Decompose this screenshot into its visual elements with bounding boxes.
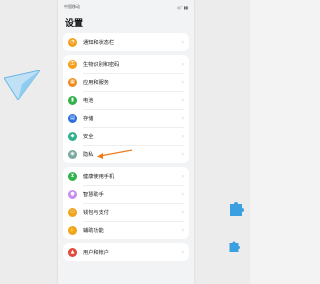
phone-screen: 中国移动 ◎ᐩ ▮▮ 设置 ◔ 通知和状态栏 › ⚿ 生物识别和密码 › ▦ 应用和服务 › ▮ 电… bbox=[58, 0, 194, 284]
settings-item-hourglass[interactable]: ⧗ 健康使用手机 › bbox=[63, 167, 189, 185]
settings-item-shield[interactable]: ◆ 安全 › bbox=[63, 127, 189, 145]
wallet-icon: ▭ bbox=[68, 207, 77, 217]
settings-item-assistant[interactable]: ● 智慧助手 › bbox=[63, 185, 189, 203]
settings-item-wallet[interactable]: ▭ 钱包与支付 › bbox=[63, 203, 189, 221]
settings-item-label: 钱包与支付 bbox=[83, 209, 109, 216]
settings-item-label: 安全 bbox=[83, 133, 94, 140]
shield-icon: ◆ bbox=[68, 131, 77, 141]
settings-item-key[interactable]: ⚿ 生物识别和密码 › bbox=[63, 55, 189, 73]
settings-item-label: 智慧助手 bbox=[83, 191, 104, 198]
chevron-right-icon: › bbox=[181, 114, 184, 122]
chevron-right-icon: › bbox=[181, 226, 184, 234]
annotation-arrow bbox=[97, 149, 133, 159]
carrier-text: 中国移动 bbox=[64, 4, 80, 9]
battery-icon: ▮ bbox=[68, 95, 77, 105]
puzzle-piece-icon bbox=[229, 241, 240, 252]
settings-group: ◔ 通知和状态栏 › bbox=[63, 33, 189, 51]
key-icon: ⚿ bbox=[68, 59, 77, 69]
assistant-icon: ● bbox=[68, 189, 77, 199]
chevron-right-icon: › bbox=[181, 132, 184, 140]
puzzle-piece-icon bbox=[230, 202, 244, 216]
settings-item-label: 用户和帐户 bbox=[83, 249, 109, 256]
settings-item-label: 健康使用手机 bbox=[83, 173, 115, 180]
settings-item-label: 辅助功能 bbox=[83, 227, 104, 234]
settings-group: ⧗ 健康使用手机 › ● 智慧助手 › ▭ 钱包与支付 › ✋ 辅助功能 › bbox=[63, 167, 189, 239]
chevron-right-icon: › bbox=[181, 60, 184, 68]
settings-item-battery[interactable]: ▮ 电池 › bbox=[63, 91, 189, 109]
chevron-right-icon: › bbox=[181, 96, 184, 104]
settings-group: ▲ 用户和帐户 › bbox=[63, 243, 189, 261]
chevron-right-icon: › bbox=[181, 172, 184, 180]
chevron-right-icon: › bbox=[181, 190, 184, 198]
user-icon: ▲ bbox=[68, 247, 77, 257]
settings-item-bell[interactable]: ◔ 通知和状态栏 › bbox=[63, 33, 189, 51]
settings-item-label: 电池 bbox=[83, 97, 94, 104]
paper-plane-icon bbox=[4, 70, 40, 100]
chevron-right-icon: › bbox=[181, 150, 184, 158]
settings-item-storage[interactable]: ▤ 存储 › bbox=[63, 109, 189, 127]
status-icons: ◎ᐩ ▮▮ bbox=[177, 4, 188, 10]
settings-item-label: 应用和服务 bbox=[83, 79, 109, 86]
chevron-right-icon: › bbox=[181, 208, 184, 216]
settings-item-accessibility[interactable]: ✋ 辅助功能 › bbox=[63, 221, 189, 239]
chevron-right-icon: › bbox=[181, 38, 184, 46]
settings-item-apps[interactable]: ▦ 应用和服务 › bbox=[63, 73, 189, 91]
settings-item-label: 存储 bbox=[83, 115, 94, 122]
settings-group: ⚿ 生物识别和密码 › ▦ 应用和服务 › ▮ 电池 › ▤ 存储 › ◆ 安全 › ◉ 隐私 › bbox=[63, 55, 189, 163]
settings-item-label: 生物识别和密码 bbox=[83, 61, 120, 68]
status-bar: 中国移动 ◎ᐩ ▮▮ bbox=[58, 0, 194, 14]
accessibility-icon: ✋ bbox=[68, 225, 77, 235]
chevron-right-icon: › bbox=[181, 248, 184, 256]
apps-icon: ▦ bbox=[68, 77, 77, 87]
page-title: 设置 bbox=[65, 19, 84, 29]
settings-item-label: 通知和状态栏 bbox=[83, 39, 115, 46]
privacy-icon: ◉ bbox=[68, 149, 77, 159]
chevron-right-icon: › bbox=[181, 78, 184, 86]
storage-icon: ▤ bbox=[68, 113, 77, 123]
settings-list: ◔ 通知和状态栏 › ⚿ 生物识别和密码 › ▦ 应用和服务 › ▮ 电池 › ▤ 存储 › ◆ 安全 › ◉ 隐私 ›… bbox=[58, 33, 194, 261]
settings-item-privacy[interactable]: ◉ 隐私 › bbox=[63, 145, 189, 163]
hourglass-icon: ⧗ bbox=[68, 171, 77, 181]
settings-item-user[interactable]: ▲ 用户和帐户 › bbox=[63, 243, 189, 261]
bell-icon: ◔ bbox=[68, 37, 77, 47]
